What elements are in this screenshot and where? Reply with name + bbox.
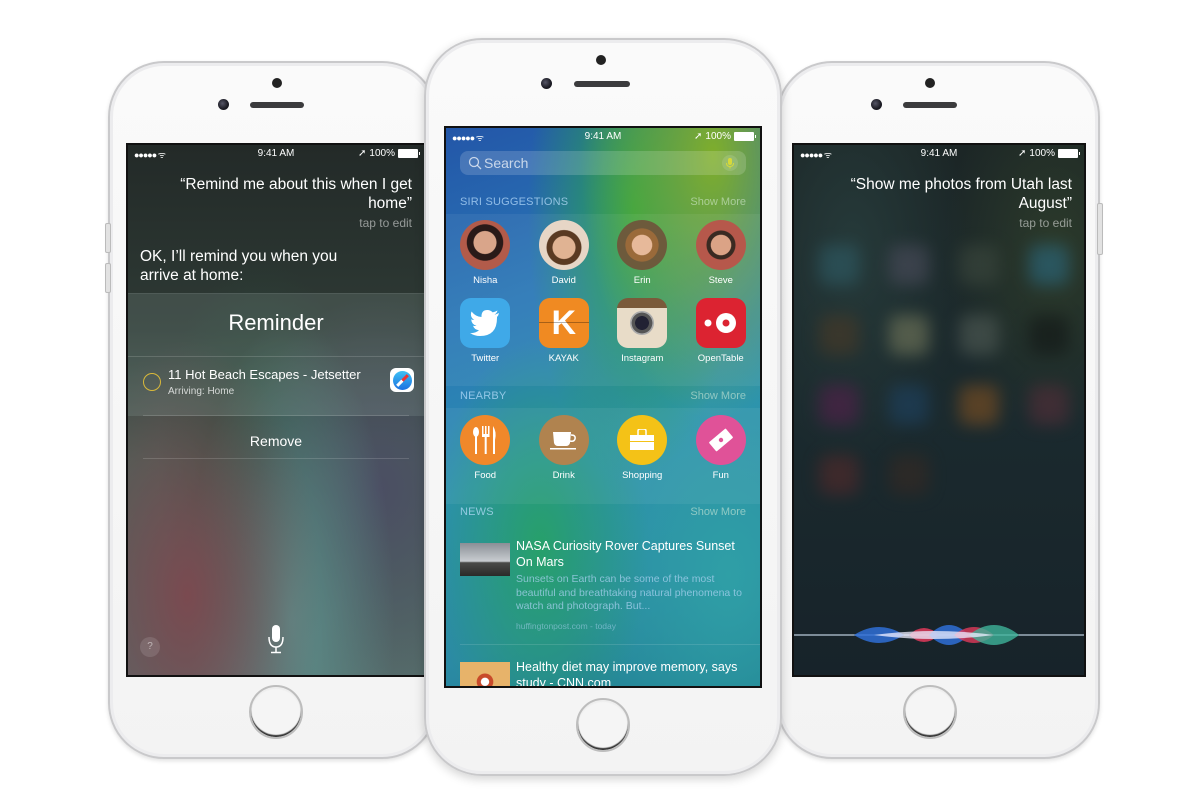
blurred-homescreen xyxy=(794,225,1084,575)
news-source: huffingtonpost.com - today xyxy=(516,621,617,631)
reminder-card: Reminder 11 Hot Beach Escapes - Jetsette… xyxy=(128,293,424,416)
front-camera xyxy=(218,99,229,110)
search-icon xyxy=(468,156,482,170)
dictation-mic-icon[interactable] xyxy=(722,155,738,171)
apps-row: Twitter K KAYAK Instagram OpenTable xyxy=(446,298,760,378)
news-title: NASA Curiosity Rover Captures Sunset On … xyxy=(516,539,735,569)
proximity-sensor xyxy=(596,55,606,65)
siri-user-query[interactable]: “Show me photos from Utah last August” xyxy=(822,175,1072,213)
front-camera xyxy=(871,99,882,110)
siri-response: OK, I’ll remind you when you arrive at h… xyxy=(140,248,338,284)
app-kayak[interactable]: K KAYAK xyxy=(525,298,604,378)
divider xyxy=(143,458,409,459)
volume-up-button xyxy=(105,223,111,253)
nearby-drink[interactable]: Drink xyxy=(525,415,604,495)
avatar xyxy=(617,220,668,270)
battery-percent: 100% xyxy=(1029,148,1055,159)
status-right: ➚ 100% xyxy=(358,148,420,159)
contacts-row: Nisha David Erin Steve xyxy=(446,220,760,300)
home-button[interactable] xyxy=(576,698,630,752)
status-right: ➚ 100% xyxy=(1018,148,1080,159)
earpiece-speaker xyxy=(574,81,630,87)
phone-left: ●●●●● ᯤ 9:41 AM ➚ 100% “Remind me about … xyxy=(105,61,438,759)
news-thumbnail xyxy=(460,662,510,686)
siri-suggestions-show-more[interactable]: Show More xyxy=(690,196,746,208)
status-bar: ●●●●● ᯤ 9:41 AM ➚ 100% xyxy=(128,145,424,163)
app-opentable[interactable]: OpenTable xyxy=(682,298,761,378)
battery-icon xyxy=(734,132,756,141)
opentable-icon xyxy=(695,298,746,348)
kayak-icon: K xyxy=(538,298,589,348)
battery-icon xyxy=(1058,149,1080,158)
siri-reminder-screen: ●●●●● ᯤ 9:41 AM ➚ 100% “Remind me about … xyxy=(126,143,426,677)
location-arrow-icon: ➚ xyxy=(358,148,367,159)
twitter-icon xyxy=(460,298,511,348)
phone-right: ●●●●● ᯤ 9:41 AM ➚ 100% “Show me photos f… xyxy=(776,61,1103,759)
status-right: ➚ 100% xyxy=(694,131,756,142)
battery-percent: 100% xyxy=(369,148,395,159)
contact-nisha[interactable]: Nisha xyxy=(446,220,525,300)
instagram-icon xyxy=(617,298,668,348)
location-arrow-icon: ➚ xyxy=(1018,148,1027,159)
avatar xyxy=(460,220,511,270)
home-button[interactable] xyxy=(249,685,303,739)
remove-button[interactable]: Remove xyxy=(128,433,424,449)
avatar xyxy=(538,220,589,270)
status-bar: ●●●●● ᯤ 9:41 AM ➚ 100% xyxy=(794,145,1084,163)
safari-icon[interactable] xyxy=(390,368,414,392)
news-show-more[interactable]: Show More xyxy=(690,506,746,518)
news-thumbnail xyxy=(460,543,510,576)
divider xyxy=(143,415,409,416)
search-placeholder: Search xyxy=(484,155,529,171)
divider xyxy=(460,644,760,645)
siri-waveform xyxy=(794,625,1084,645)
news-item[interactable]: Healthy diet may improve memory, says st… xyxy=(460,660,746,688)
divider xyxy=(128,356,424,357)
contact-david[interactable]: David xyxy=(525,220,604,300)
battery-percent: 100% xyxy=(705,131,731,142)
shopping-bag-icon xyxy=(617,415,668,465)
ticket-icon xyxy=(695,415,746,465)
siri-user-query[interactable]: “Remind me about this when I get home” xyxy=(152,175,412,213)
contact-steve[interactable]: Steve xyxy=(682,220,761,300)
status-bar: ●●●●● ᯤ 9:41 AM ➚ 100% xyxy=(446,128,760,146)
help-button[interactable]: ? xyxy=(140,637,160,657)
earpiece-speaker xyxy=(903,102,957,108)
tap-to-edit-link[interactable]: tap to edit xyxy=(1019,216,1072,230)
app-instagram[interactable]: Instagram xyxy=(603,298,682,378)
front-camera xyxy=(541,78,552,89)
news-title: Healthy diet may improve memory, says st… xyxy=(516,660,738,688)
home-button[interactable] xyxy=(903,685,957,739)
avatar xyxy=(695,220,746,270)
contact-erin[interactable]: Erin xyxy=(603,220,682,300)
location-arrow-icon: ➚ xyxy=(694,131,703,142)
phone-center: ●●●●● ᯤ 9:41 AM ➚ 100% Search SIRI SUGGE… xyxy=(424,38,782,776)
power-button xyxy=(1097,203,1103,255)
tap-to-edit-link[interactable]: tap to edit xyxy=(359,216,412,230)
reminder-card-title: Reminder xyxy=(228,310,324,335)
proximity-sensor xyxy=(272,78,282,88)
reminder-item-title[interactable]: 11 Hot Beach Escapes - Jetsetter xyxy=(168,367,361,382)
food-icon xyxy=(460,415,511,465)
earpiece-speaker xyxy=(250,102,304,108)
nearby-fun[interactable]: Fun xyxy=(682,415,761,495)
coffee-cup-icon xyxy=(538,415,589,465)
nearby-row: Food Drink Shopping Fun xyxy=(446,415,760,495)
volume-down-button xyxy=(105,263,111,293)
news-item[interactable]: NASA Curiosity Rover Captures Sunset On … xyxy=(460,539,746,639)
proximity-sensor xyxy=(925,78,935,88)
nearby-shopping[interactable]: Shopping xyxy=(603,415,682,495)
reminder-checkbox[interactable] xyxy=(143,373,161,391)
nearby-show-more[interactable]: Show More xyxy=(690,390,746,402)
battery-icon xyxy=(398,149,420,158)
reminder-item-subtitle: Arriving: Home xyxy=(168,386,235,397)
nearby-food[interactable]: Food xyxy=(446,415,525,495)
search-input[interactable]: Search xyxy=(460,151,746,175)
siri-photos-screen: ●●●●● ᯤ 9:41 AM ➚ 100% “Show me photos f… xyxy=(792,143,1086,677)
news-description: Sunsets on Earth can be some of the most… xyxy=(516,573,742,612)
app-twitter[interactable]: Twitter xyxy=(446,298,525,378)
microphone-icon[interactable] xyxy=(268,625,284,655)
spotlight-search-screen: ●●●●● ᯤ 9:41 AM ➚ 100% Search SIRI SUGGE… xyxy=(444,126,762,688)
